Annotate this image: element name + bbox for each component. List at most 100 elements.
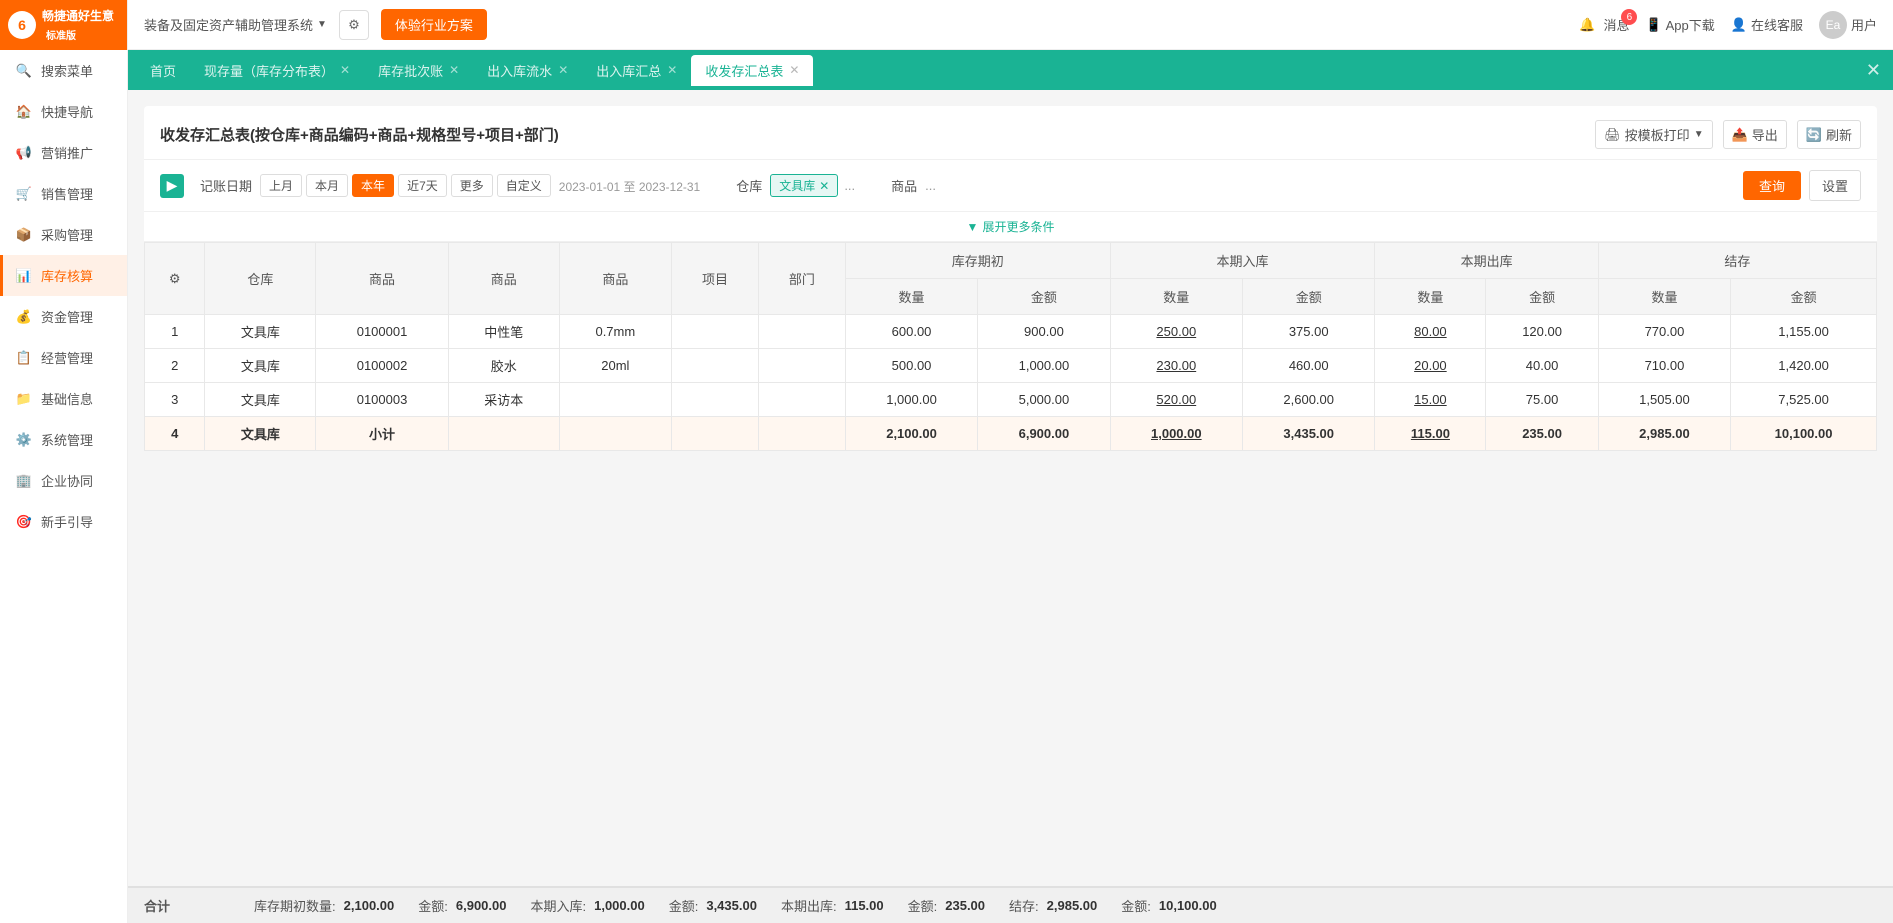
row-out-amt: 40.00 [1486, 349, 1598, 383]
close-icon[interactable]: ✕ [789, 64, 799, 76]
online-service[interactable]: 👤 在线客服 [1731, 15, 1803, 34]
tab-recv-send-summary[interactable]: 收发存汇总表 ✕ [691, 55, 813, 86]
subtotal-in-qty[interactable]: 1,000.00 [1110, 417, 1242, 451]
close-icon[interactable]: ✕ [340, 64, 350, 76]
sidebar-item-label: 快捷导航 [41, 102, 93, 121]
col-spec-header: 商品 [559, 243, 671, 315]
row-goods: 采访本 [448, 383, 559, 417]
tab-inout-flow[interactable]: 出入库流水 ✕ [473, 55, 582, 86]
filter-expand-button[interactable]: ▶ [160, 174, 184, 198]
row-out-qty[interactable]: 80.00 [1375, 315, 1486, 349]
sidebar-item-base[interactable]: 📁 基础信息 [0, 378, 127, 419]
row-out-qty[interactable]: 15.00 [1375, 383, 1486, 417]
query-button[interactable]: 查询 [1743, 171, 1801, 200]
avatar: Ea [1819, 11, 1847, 39]
settings-icon[interactable]: ⚙ [339, 10, 369, 40]
subtotal-in-amt: 3,435.00 [1243, 417, 1375, 451]
row-in-amt: 2,600.00 [1243, 383, 1375, 417]
row-out-amt: 75.00 [1486, 383, 1598, 417]
sidebar-item-search[interactable]: 🔍 搜索菜单 [0, 50, 127, 91]
logo-text: 畅捷通好生意 [42, 7, 114, 24]
export-button[interactable]: 📤 导出 [1723, 120, 1787, 149]
row-in-qty[interactable]: 520.00 [1110, 383, 1242, 417]
row-end-qty: 1,505.00 [1598, 383, 1730, 417]
warehouse-more-button[interactable]: ... [844, 178, 855, 193]
row-begin-amt: 5,000.00 [978, 383, 1110, 417]
row-end-amt: 1,155.00 [1731, 315, 1877, 349]
subtotal-no: 4 [145, 417, 205, 451]
date-btn-this-year[interactable]: 本年 [352, 174, 394, 197]
total-end-qty: 2,985.00 [1047, 898, 1098, 913]
subtotal-begin-amt: 6,900.00 [978, 417, 1110, 451]
chevron-down-icon: ▼ [1694, 129, 1704, 140]
setting-button[interactable]: 设置 [1809, 170, 1861, 201]
topbar: 装备及固定资产辅助管理系统 ▼ ⚙ 体验行业方案 🔔 6 消息 📱 App下载 … [128, 0, 1893, 50]
row-out-qty[interactable]: 20.00 [1375, 349, 1486, 383]
row-no: 1 [145, 315, 205, 349]
warehouse-tag[interactable]: 文具库 ✕ [770, 174, 838, 197]
service-icon: 👤 [1731, 17, 1747, 33]
sidebar-item-sales[interactable]: 🛒 销售管理 [0, 173, 127, 214]
sidebar-item-marketing[interactable]: 📢 营销推广 [0, 132, 127, 173]
sidebar-item-label: 搜索菜单 [41, 61, 93, 80]
close-icon[interactable]: ✕ [449, 64, 459, 76]
row-spec: 20ml [559, 349, 671, 383]
total-in-qty: 1,000.00 [594, 898, 645, 913]
total-begin-qty: 2,100.00 [344, 898, 395, 913]
main-content: 收发存汇总表(按仓库+商品编码+商品+规格型号+项目+部门) 🖨 按模板打印 ▼… [128, 90, 1893, 886]
close-all-tabs-button[interactable]: ✕ [1862, 56, 1885, 85]
col-settings-header[interactable]: ⚙ [145, 243, 205, 315]
date-btn-this-month[interactable]: 本月 [306, 174, 348, 197]
sidebar-item-purchase[interactable]: 📦 采购管理 [0, 214, 127, 255]
main-area: 装备及固定资产辅助管理系统 ▼ ⚙ 体验行业方案 🔔 6 消息 📱 App下载 … [128, 0, 1893, 923]
subtotal-out-qty[interactable]: 115.00 [1375, 417, 1486, 451]
goods-filter-label: 商品 [891, 176, 917, 195]
date-btn-7days[interactable]: 近7天 [398, 174, 447, 197]
bottom-total-bar: 合计 库存期初数量: 2,100.00 金额: 6,900.00 本期入库: 1… [128, 886, 1893, 923]
sidebar-item-guide[interactable]: 🎯 新手引导 [0, 501, 127, 542]
date-btn-last-month[interactable]: 上月 [260, 174, 302, 197]
logo-icon: 6 [8, 11, 36, 39]
data-table: ⚙ 仓库 商品 商品 商品 项目 部门 库存期初 本期入库 本期出库 结存 [144, 242, 1877, 451]
printer-icon: 🖨 [1604, 127, 1621, 143]
close-icon[interactable]: ✕ [667, 64, 677, 76]
tab-inout-summary[interactable]: 出入库汇总 ✕ [582, 55, 691, 86]
user-menu[interactable]: Ea 用户 [1819, 11, 1877, 39]
system-title-dropdown[interactable]: 装备及固定资产辅助管理系统 ▼ [144, 15, 327, 34]
row-no: 3 [145, 383, 205, 417]
tab-inventory-dist[interactable]: 现存量（库存分布表） ✕ [190, 55, 364, 86]
tab-batch[interactable]: 库存批次账 ✕ [364, 55, 473, 86]
col-warehouse-header: 仓库 [205, 243, 316, 315]
guide-icon: 🎯 [15, 513, 33, 531]
system-title: 装备及固定资产辅助管理系统 [144, 15, 313, 34]
search-icon: 🔍 [15, 62, 33, 80]
app-download[interactable]: 📱 App下载 [1645, 15, 1714, 34]
close-icon[interactable]: ✕ [558, 64, 568, 76]
sidebar-item-inventory[interactable]: 📊 库存核算 [0, 255, 127, 296]
col-out-amt-header: 金额 [1486, 279, 1598, 315]
date-btn-more[interactable]: 更多 [451, 174, 493, 197]
page-title: 收发存汇总表(按仓库+商品编码+商品+规格型号+项目+部门) [160, 124, 559, 145]
sidebar-item-system[interactable]: ⚙️ 系统管理 [0, 419, 127, 460]
row-goods: 胶水 [448, 349, 559, 383]
bell-icon: 🔔 [1579, 17, 1595, 33]
finance-icon: 💰 [15, 308, 33, 326]
row-in-qty[interactable]: 230.00 [1110, 349, 1242, 383]
sidebar-item-label: 经营管理 [41, 348, 93, 367]
refresh-button[interactable]: 🔄 刷新 [1797, 120, 1861, 149]
goods-more-button[interactable]: ... [925, 178, 936, 193]
expand-more-conditions[interactable]: ▼ 展开更多条件 [144, 212, 1877, 242]
sidebar-item-enterprise[interactable]: 🏢 企业协同 [0, 460, 127, 501]
sidebar-item-operations[interactable]: 📋 经营管理 [0, 337, 127, 378]
row-in-qty[interactable]: 250.00 [1110, 315, 1242, 349]
warehouse-tag-group: 文具库 ✕ ... [770, 174, 855, 197]
sidebar-item-quicknav[interactable]: 🏠 快捷导航 [0, 91, 127, 132]
print-button[interactable]: 🖨 按模板打印 ▼ [1595, 120, 1712, 149]
date-btn-custom[interactable]: 自定义 [497, 174, 551, 197]
notification-bell[interactable]: 🔔 6 消息 [1579, 15, 1629, 34]
trial-button[interactable]: 体验行业方案 [381, 9, 487, 40]
warehouse-tag-close-icon[interactable]: ✕ [819, 179, 829, 193]
tab-home[interactable]: 首页 [136, 55, 190, 86]
sidebar-item-finance[interactable]: 💰 资金管理 [0, 296, 127, 337]
row-project [671, 383, 758, 417]
